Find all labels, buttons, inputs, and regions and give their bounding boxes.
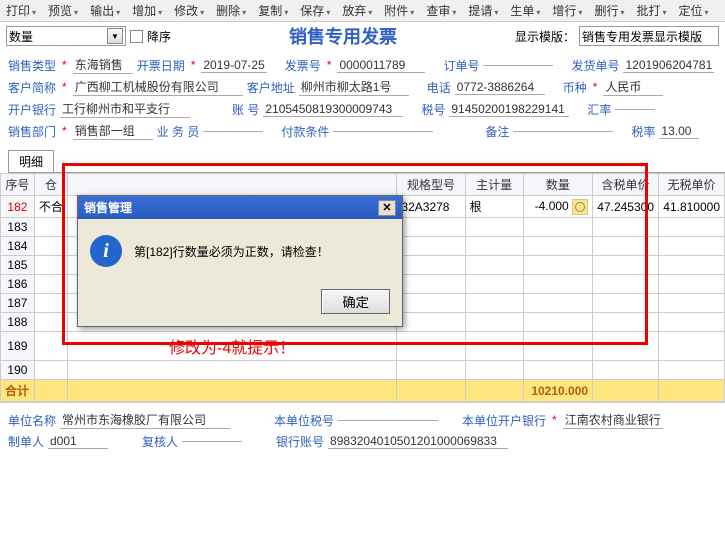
lbl-cust-abbr: 客户简称	[8, 79, 56, 96]
toolbar-复制[interactable]: 复制▾	[252, 0, 294, 21]
val-invoice-no[interactable]: 0000011789	[337, 58, 425, 73]
val-currency[interactable]: 人民币	[603, 78, 663, 96]
lbl-tax-no: 税号	[421, 101, 445, 118]
lbl-reviewer: 复核人	[142, 433, 178, 450]
dialog-message: 第[182]行数量必须为正数，请检查！	[134, 243, 329, 260]
lbl-unit-bank: 本单位开户银行	[462, 412, 546, 429]
val-sale-type[interactable]: 东海销售	[73, 56, 133, 74]
toolbar-附件[interactable]: 附件▾	[378, 0, 420, 21]
val-unit-tax[interactable]	[338, 420, 438, 421]
header-row: 数量 ▼ 降序 销售专用发票 显示模版： 销售专用发票显示模版	[0, 22, 725, 50]
val-account[interactable]: 2105450819300009743	[263, 102, 403, 117]
page-title: 销售专用发票	[289, 23, 397, 49]
lbl-order-no: 订单号	[443, 57, 479, 74]
lbl-cust-addr: 客户地址	[247, 79, 295, 96]
template-select[interactable]: 销售专用发票显示模版	[579, 26, 719, 46]
val-cust-addr[interactable]: 柳州市柳太路1号	[299, 78, 409, 96]
info-icon: i	[90, 235, 122, 267]
val-maker[interactable]: d001	[48, 434, 108, 449]
lbl-sale-type: 销售类型	[8, 57, 56, 74]
th-ptax[interactable]: 含税单价	[593, 174, 659, 196]
val-bank-acct[interactable]: 8983204010501201000069833	[328, 434, 508, 449]
message-dialog: 销售管理 ✕ i 第[182]行数量必须为正数，请检查！ 确定	[77, 195, 403, 327]
toolbar-修改[interactable]: 修改▾	[168, 0, 210, 21]
val-invoice-date[interactable]: 2019-07-25	[201, 58, 266, 73]
toolbar-预览[interactable]: 预览▾	[42, 0, 84, 21]
sort-field-dropdown[interactable]: 数量 ▼	[6, 26, 126, 46]
close-icon[interactable]: ✕	[378, 200, 396, 216]
lbl-account: 账 号	[232, 101, 259, 118]
val-ship-no[interactable]: 1201906204781	[623, 58, 714, 73]
val-cust-abbr[interactable]: 广西柳工机械股份有限公司	[73, 78, 243, 96]
form-area: 销售类型* 东海销售 开票日期* 2019-07-25 发票号* 0000011…	[0, 50, 725, 146]
val-tax-no[interactable]: 91450200198229141	[449, 102, 569, 117]
lbl-bank: 开户银行	[8, 101, 56, 118]
toolbar-输出[interactable]: 输出▾	[84, 0, 126, 21]
th-c1[interactable]: 仓	[34, 174, 67, 196]
val-pay-term[interactable]	[333, 131, 433, 132]
val-bank[interactable]: 工行柳州市和平支行	[60, 100, 190, 118]
lbl-rate: 汇率	[587, 101, 611, 118]
val-phone[interactable]: 0772-3886264	[455, 80, 545, 95]
toolbar-放弃[interactable]: 放弃▾	[336, 0, 378, 21]
val-company[interactable]: 常州市东海橡胶厂有限公司	[60, 411, 230, 429]
chevron-down-icon[interactable]: ▼	[107, 28, 123, 44]
th-spec[interactable]: 规格型号	[397, 174, 465, 196]
toolbar-查审[interactable]: 查审▾	[420, 0, 462, 21]
th-pnotax[interactable]: 无税单价	[659, 174, 725, 196]
lbl-maker: 制单人	[8, 433, 44, 450]
th-gap	[67, 174, 397, 196]
toolbar-删行[interactable]: 删行▾	[588, 0, 630, 21]
toolbar-定位[interactable]: 定位▾	[673, 0, 715, 21]
lbl-salesman: 业 务 员	[157, 123, 200, 140]
search-icon[interactable]	[572, 199, 588, 215]
val-dept[interactable]: 销售部一组	[73, 122, 153, 140]
lbl-currency: 币种	[563, 79, 587, 96]
toolbar-增行[interactable]: 增行▾	[546, 0, 588, 21]
lbl-remark: 备注	[485, 123, 509, 140]
lbl-unit-tax: 本单位税号	[274, 412, 334, 429]
lbl-phone: 电话	[427, 79, 451, 96]
val-unit-bank[interactable]: 江南农村商业银行	[563, 411, 663, 429]
sort-field-value: 数量	[9, 28, 33, 45]
lbl-ship-no: 发货单号	[571, 57, 619, 74]
val-reviewer[interactable]	[182, 441, 242, 442]
th-qty[interactable]: 数量	[523, 174, 592, 196]
val-rate[interactable]	[615, 109, 655, 110]
ok-button[interactable]: 确定	[321, 289, 390, 314]
sum-row: 合计10210.000	[1, 380, 725, 402]
dialog-title: 销售管理	[84, 199, 132, 216]
table-row[interactable]: 190	[1, 361, 725, 380]
lbl-invoice-date: 开票日期	[137, 57, 185, 74]
tabs: 明细	[8, 150, 725, 173]
toolbar-生单[interactable]: 生单▾	[504, 0, 546, 21]
lbl-company: 单位名称	[8, 412, 56, 429]
val-salesman[interactable]	[203, 131, 263, 132]
desc-checkbox[interactable]	[130, 30, 143, 43]
toolbar-保存[interactable]: 保存▾	[294, 0, 336, 21]
lbl-pay-term: 付款条件	[281, 123, 329, 140]
lbl-bank-acct: 银行账号	[276, 433, 324, 450]
bottom-form: 单位名称 常州市东海橡胶厂有限公司 本单位税号 本单位开户银行* 江南农村商业银…	[0, 402, 725, 458]
tab-detail[interactable]: 明细	[8, 150, 54, 172]
desc-label: 降序	[147, 28, 171, 45]
th-unit[interactable]: 主计量	[465, 174, 523, 196]
table-row[interactable]: 189修改为-4就提示！	[1, 332, 725, 361]
toolbar-增加[interactable]: 增加▾	[126, 0, 168, 21]
annotation-text: 修改为-4就提示！	[169, 340, 295, 357]
val-tax-rate[interactable]: 13.00	[659, 124, 699, 139]
lbl-tax-rate: 税率	[631, 123, 655, 140]
lbl-dept: 销售部门	[8, 123, 56, 140]
th-seq[interactable]: 序号	[1, 174, 35, 196]
template-label: 显示模版：	[515, 28, 575, 45]
toolbar-提请[interactable]: 提请▾	[462, 0, 504, 21]
toolbar-批打[interactable]: 批打▾	[630, 0, 672, 21]
lbl-invoice-no: 发票号	[285, 57, 321, 74]
val-order-no[interactable]	[483, 65, 553, 66]
val-remark[interactable]	[513, 131, 613, 132]
toolbar-打印[interactable]: 打印▾	[0, 0, 42, 21]
main-toolbar: 打印▾预览▾输出▾增加▾修改▾删除▾复制▾保存▾放弃▾附件▾查审▾提请▾生单▾增…	[0, 0, 725, 22]
toolbar-删除[interactable]: 删除▾	[210, 0, 252, 21]
dialog-titlebar[interactable]: 销售管理 ✕	[78, 196, 402, 219]
